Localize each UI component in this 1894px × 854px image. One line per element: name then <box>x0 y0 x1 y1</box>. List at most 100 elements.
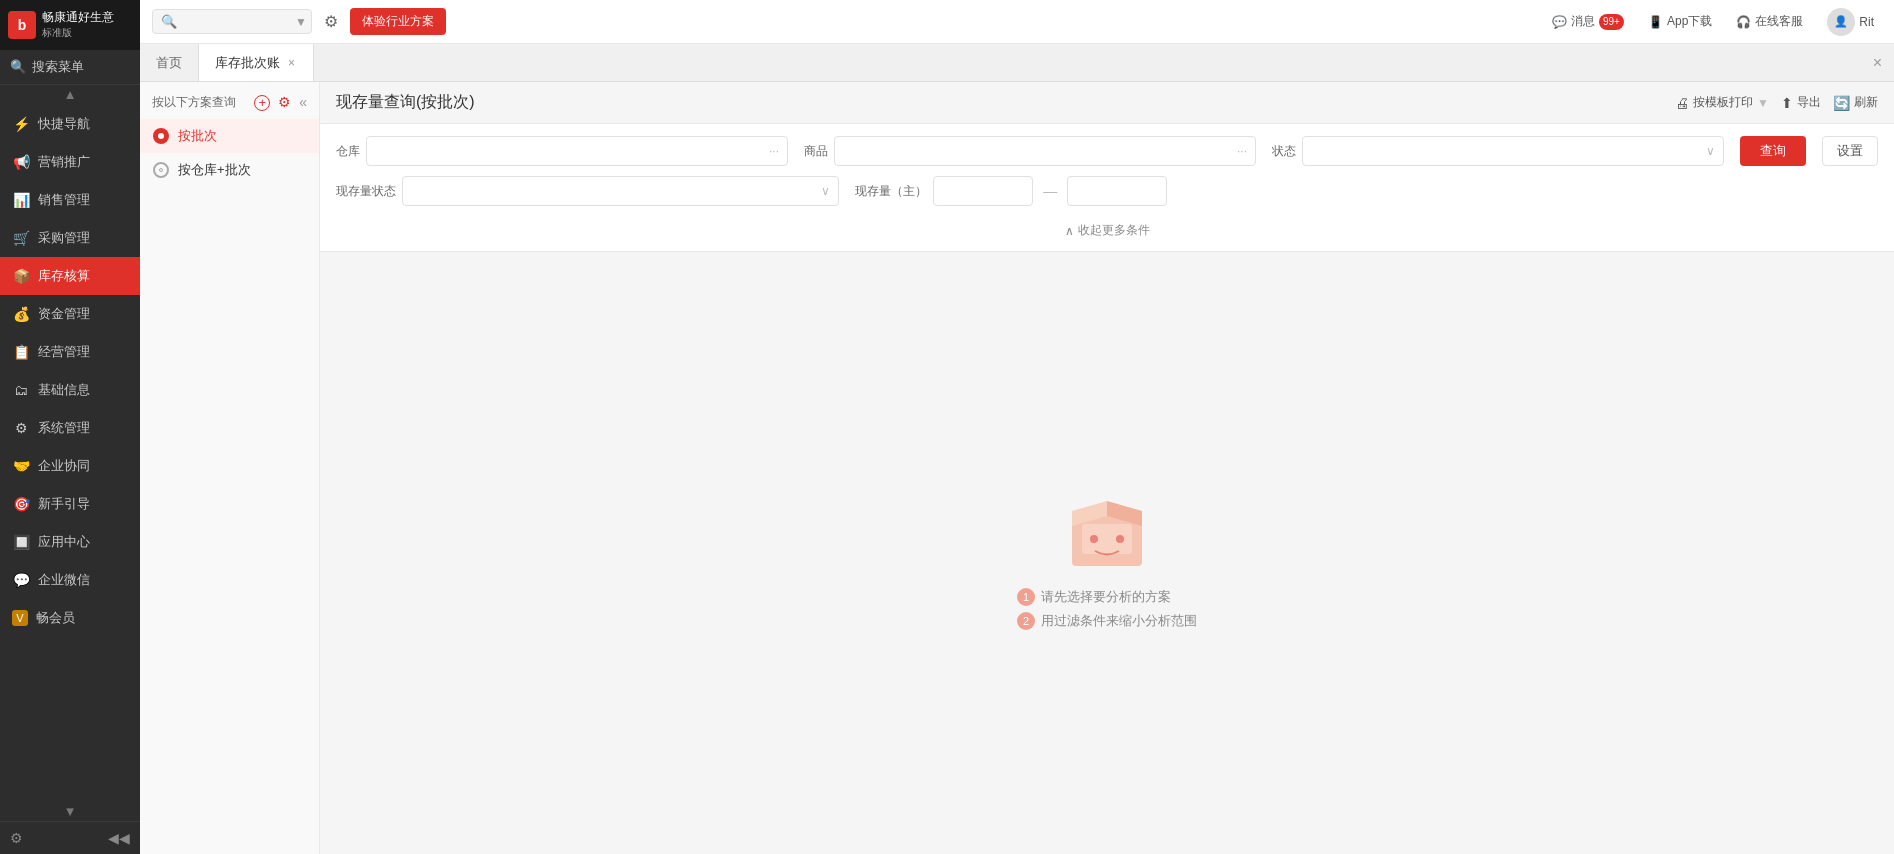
filter-settings-btn[interactable]: 设置 <box>1822 136 1878 166</box>
query-btn[interactable]: 查询 <box>1740 136 1806 166</box>
warehouse-more-btn[interactable]: ··· <box>769 144 779 158</box>
messages-badge: 99+ <box>1599 14 1624 30</box>
sidebar-item-marketing[interactable]: 📢 营销推广 <box>0 143 140 181</box>
experience-btn[interactable]: 体验行业方案 <box>350 8 446 35</box>
collapse-label: 收起更多条件 <box>1078 222 1150 239</box>
messages-action[interactable]: 💬 消息 99+ <box>1544 9 1632 34</box>
refresh-btn[interactable]: 🔄 刷新 <box>1833 94 1878 111</box>
scheme-settings-btn[interactable]: ⚙ <box>276 92 293 113</box>
sidebar-item-purchase[interactable]: 🛒 采购管理 <box>0 219 140 257</box>
print-dropdown-icon: ▼ <box>1757 96 1769 110</box>
header-search-box[interactable]: 🔍 ▼ <box>152 9 312 34</box>
collapse-left-panel-btn[interactable]: « <box>297 92 309 113</box>
avatar-icon: 👤 <box>1834 15 1848 28</box>
sidebar-nav: ⚡ 快捷导航 📢 营销推广 📊 销售管理 🛒 采购管理 📦 库存核算 💰 资金管… <box>0 105 140 801</box>
search-icon: 🔍 <box>10 59 26 74</box>
header-search-input[interactable] <box>181 15 291 29</box>
sidebar-scroll-down[interactable]: ▼ <box>0 801 140 821</box>
status-dropdown-icon: ∨ <box>1706 144 1715 158</box>
warehouse-input-wrap[interactable]: ··· <box>366 136 788 166</box>
filter-row-1: 仓库 ··· 商品 ··· 状态 <box>336 136 1878 166</box>
sidebar-item-inventory[interactable]: 📦 库存核算 <box>0 257 140 295</box>
status-select[interactable]: ∨ <box>1302 136 1724 166</box>
filter-collapse-row[interactable]: ∧ 收起更多条件 <box>336 216 1878 239</box>
stock-status-field: 现存量状态 ∨ <box>336 176 839 206</box>
sidebar-item-members[interactable]: V 畅会员 <box>0 599 140 637</box>
header-settings-btn[interactable]: ⚙ <box>320 8 342 35</box>
sidebar-item-newbie[interactable]: 🎯 新手引导 <box>0 485 140 523</box>
product-input-wrap[interactable]: ··· <box>834 136 1256 166</box>
warehouse-input[interactable] <box>375 144 769 158</box>
operations-icon: 📋 <box>12 343 30 361</box>
add-icon: + <box>254 95 270 111</box>
sidebar-item-label-operations: 经营管理 <box>38 343 90 361</box>
stock-qty-to-input[interactable] <box>1067 176 1167 206</box>
header-search-dropdown[interactable]: ▼ <box>295 15 307 29</box>
stock-qty-label: 现存量（主） <box>855 183 927 200</box>
tab-inventory-batch-label: 库存批次账 <box>215 54 280 72</box>
print-icon: 🖨 <box>1675 95 1689 111</box>
left-panel-header: 按以下方案查询 + ⚙ « <box>140 82 319 119</box>
scheme-item-by-batch[interactable]: 按批次 <box>140 119 319 153</box>
sidebar-item-system[interactable]: ⚙ 系统管理 <box>0 409 140 447</box>
sidebar-scroll-up[interactable]: ▲ <box>0 85 140 105</box>
tip1-text: 请先选择要分析的方案 <box>1041 588 1171 606</box>
refresh-label: 刷新 <box>1854 94 1878 111</box>
purchase-icon: 🛒 <box>12 229 30 247</box>
collapse-up-icon: ∧ <box>1065 224 1074 238</box>
sidebar-item-label-wechat: 企业微信 <box>38 571 90 589</box>
messages-label: 消息 <box>1571 13 1595 30</box>
sidebar-item-enterprise[interactable]: 🤝 企业协同 <box>0 447 140 485</box>
sidebar-item-label-enterprise: 企业协同 <box>38 457 90 475</box>
basics-icon: 🗂 <box>12 381 30 399</box>
sidebar-item-wechat[interactable]: 💬 企业微信 <box>0 561 140 599</box>
print-template-btn[interactable]: 🖨 按模板打印 ▼ <box>1675 94 1769 111</box>
export-btn[interactable]: ⬆ 导出 <box>1781 94 1821 111</box>
quick-nav-icon: ⚡ <box>12 115 30 133</box>
sidebar-item-apps[interactable]: 🔲 应用中心 <box>0 523 140 561</box>
add-scheme-btn[interactable]: + <box>252 92 272 113</box>
stock-qty-from-input[interactable] <box>933 176 1033 206</box>
collapse-sidebar-icon[interactable]: ◀◀ <box>108 830 130 846</box>
sidebar-item-operations[interactable]: 📋 经营管理 <box>0 333 140 371</box>
export-icon: ⬆ <box>1781 95 1793 111</box>
sidebar-item-label-sales: 销售管理 <box>38 191 90 209</box>
sidebar-item-label-system: 系统管理 <box>38 419 90 437</box>
sidebar-item-basics[interactable]: 🗂 基础信息 <box>0 371 140 409</box>
header-search-icon: 🔍 <box>161 14 177 29</box>
app-download-action[interactable]: 📱 App下载 <box>1640 9 1720 34</box>
left-panel: 按以下方案查询 + ⚙ « <box>140 82 320 854</box>
empty-state: 1 请先选择要分析的方案 2 用过滤条件来缩小分析范围 <box>320 252 1894 854</box>
tab-bar-close-btn[interactable]: × <box>1861 44 1894 81</box>
sidebar-item-label-basics: 基础信息 <box>38 381 90 399</box>
by-warehouse-batch-icon <box>152 161 170 179</box>
refresh-icon: 🔄 <box>1833 95 1850 111</box>
stock-status-dropdown-icon: ∨ <box>821 184 830 198</box>
left-panel-header-label: 按以下方案查询 <box>152 94 236 111</box>
stock-status-label: 现存量状态 <box>336 183 396 200</box>
empty-illustration <box>1047 476 1167 576</box>
stock-qty-field: 现存量（主） — <box>855 176 1358 206</box>
sidebar-search-menu[interactable]: 🔍 搜索菜单 <box>0 50 140 85</box>
finance-icon: 💰 <box>12 305 30 323</box>
main-area: 🔍 ▼ ⚙ 体验行业方案 💬 消息 99+ 📱 App下载 🎧 在线客服 👤 R… <box>140 0 1894 854</box>
members-icon: V <box>12 610 28 626</box>
tab-home[interactable]: 首页 <box>140 44 199 81</box>
sidebar-item-finance[interactable]: 💰 资金管理 <box>0 295 140 333</box>
product-more-btn[interactable]: ··· <box>1237 144 1247 158</box>
tab-close-icon[interactable]: × <box>286 54 297 72</box>
tip1-num: 1 <box>1017 588 1035 606</box>
sidebar-search-label: 搜索菜单 <box>32 58 84 76</box>
stock-status-select[interactable]: ∨ <box>402 176 839 206</box>
sidebar-item-sales[interactable]: 📊 销售管理 <box>0 181 140 219</box>
tab-inventory-batch[interactable]: 库存批次账 × <box>199 44 314 81</box>
scheme-item-by-warehouse-batch[interactable]: 按仓库+批次 <box>140 153 319 187</box>
sidebar-item-label-apps: 应用中心 <box>38 533 90 551</box>
online-support-action[interactable]: 🎧 在线客服 <box>1728 9 1811 34</box>
user-profile[interactable]: 👤 Rit <box>1819 4 1882 40</box>
product-input[interactable] <box>843 144 1237 158</box>
stock-qty-divider: — <box>1039 183 1061 199</box>
settings-footer-icon[interactable]: ⚙ <box>10 830 23 846</box>
sidebar-item-quick-nav[interactable]: ⚡ 快捷导航 <box>0 105 140 143</box>
page-header: 现存量查询(按批次) 🖨 按模板打印 ▼ ⬆ 导出 🔄 刷新 <box>320 82 1894 124</box>
